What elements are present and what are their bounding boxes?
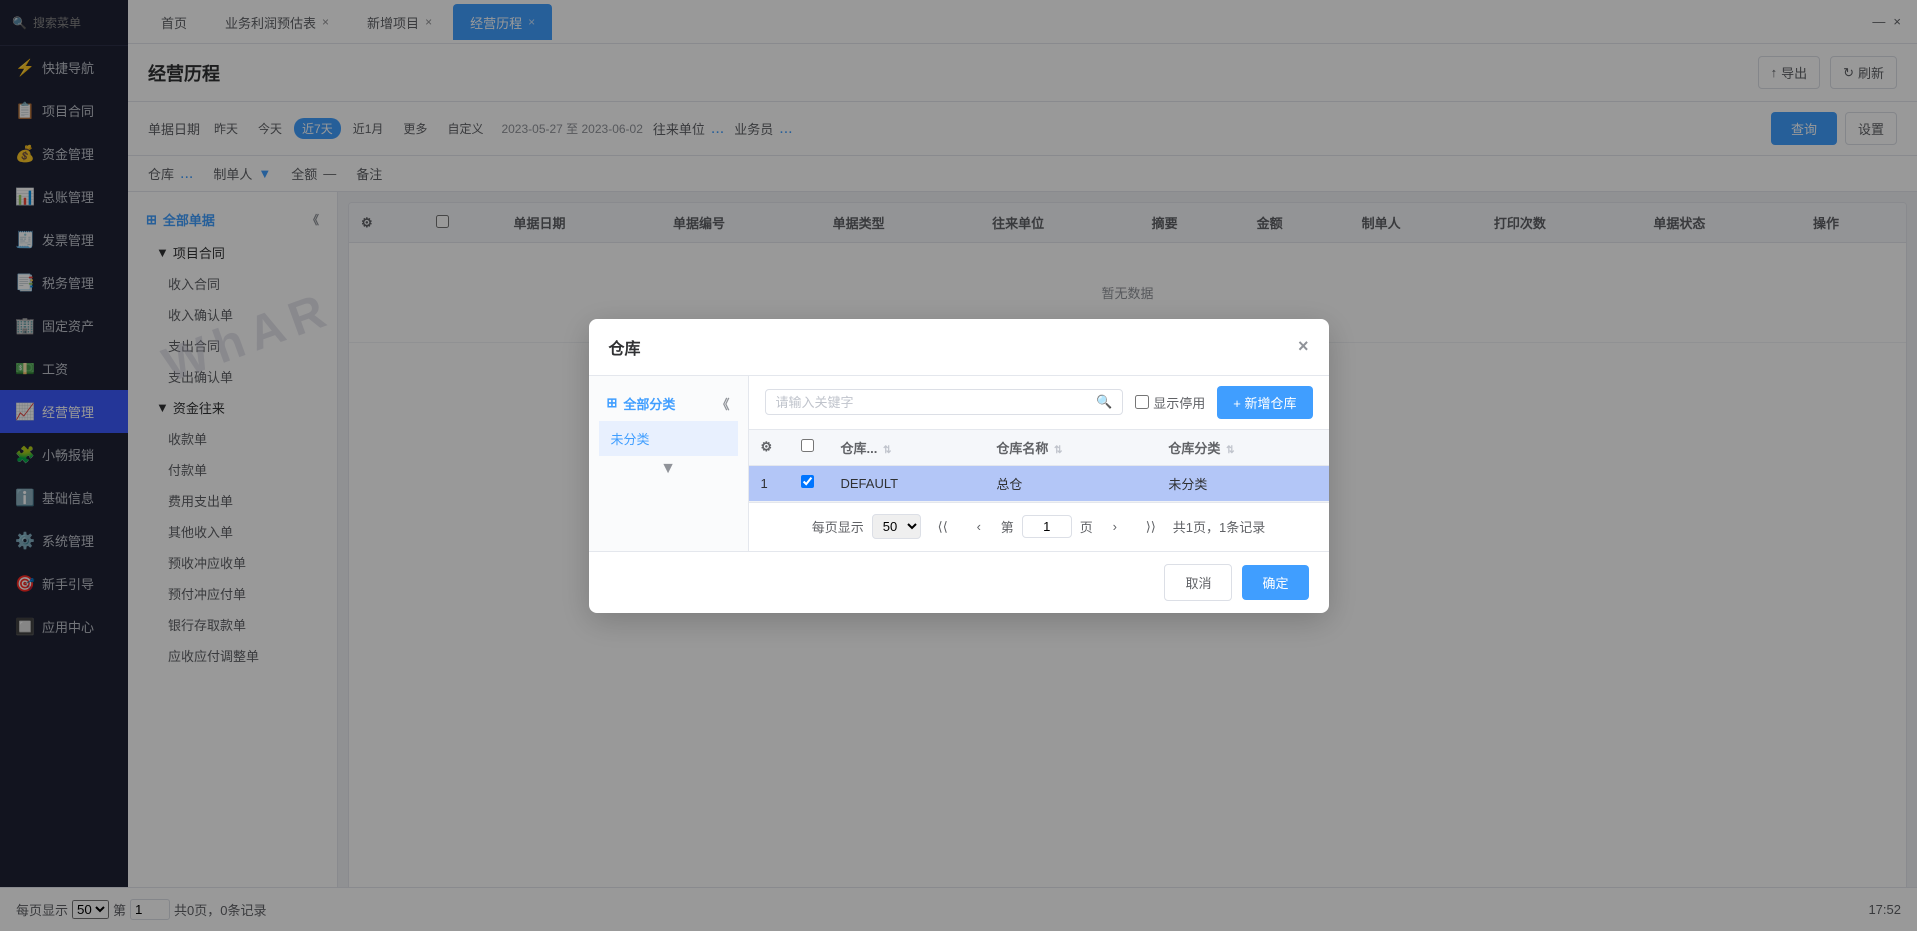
row-category: 未分类 [1156, 465, 1328, 501]
modal-toolbar: 🔍 显示停用 + 新增仓库 [749, 376, 1329, 430]
modal-body: ⊞ 全部分类 《 未分类 ▼ 🔍 显示停用 [589, 376, 1329, 551]
modal-overlay: 仓库 × ⊞ 全部分类 《 未分类 ▼ 🔍 [0, 0, 1917, 931]
show-disabled-checkbox[interactable] [1135, 395, 1149, 409]
row-name: 总仓 [984, 465, 1156, 501]
modal-col-settings[interactable]: ⚙ [749, 430, 789, 466]
row-checkbox[interactable] [789, 465, 829, 501]
table-row[interactable]: 1 DEFAULT 总仓 未分类 [749, 465, 1329, 501]
add-warehouse-button[interactable]: + 新增仓库 [1217, 386, 1312, 419]
show-disabled-label: 显示停用 [1153, 393, 1205, 412]
row-select-checkbox[interactable] [801, 475, 814, 488]
left-collapse-icon[interactable]: 《 [716, 394, 729, 413]
modal-footer: 取消 确定 [589, 551, 1329, 613]
modal-title: 仓库 [609, 335, 641, 359]
modal-left-panel: ⊞ 全部分类 《 未分类 ▼ [589, 376, 749, 551]
per-page-label: 每页显示 [812, 517, 864, 536]
all-categories-label: 全部分类 [623, 394, 675, 413]
page-suffix: 页 [1080, 517, 1093, 536]
modal-right-panel: 🔍 显示停用 + 新增仓库 ⚙ [749, 376, 1329, 551]
first-page-button[interactable]: ⟨⟨ [929, 513, 957, 541]
row-id: 1 [749, 465, 789, 501]
modal-col-code-label: 仓库... [841, 441, 878, 456]
last-page-button[interactable]: ⟩⟩ [1137, 513, 1165, 541]
modal-col-checkbox[interactable] [789, 430, 829, 466]
modal-col-category-label: 仓库分类 [1168, 441, 1220, 456]
modal-search-box: 🔍 [765, 389, 1124, 415]
prev-page-button[interactable]: ‹ [965, 513, 993, 541]
modal-search-icon[interactable]: 🔍 [1096, 394, 1112, 410]
modal-col-name-label: 仓库名称 [996, 441, 1048, 456]
sort-category-icon[interactable]: ⇅ [1226, 445, 1234, 456]
modal-col-code: 仓库... ⇅ [829, 430, 985, 466]
sort-code-icon[interactable]: ⇅ [883, 445, 891, 456]
modal-table-wrap: ⚙ 仓库... ⇅ 仓库名称 ⇅ [749, 430, 1329, 502]
show-disabled-toggle: 显示停用 [1135, 393, 1205, 412]
modal-warehouse-table: ⚙ 仓库... ⇅ 仓库名称 ⇅ [749, 430, 1329, 502]
modal-header: 仓库 × [589, 319, 1329, 376]
modal-left-scroll[interactable]: ▼ [599, 456, 738, 482]
modal-pagination: 每页显示 50 ⟨⟨ ‹ 第 页 › ⟩⟩ 共1页，1条记录 [749, 502, 1329, 551]
modal-select-all[interactable] [801, 439, 814, 452]
sort-name-icon[interactable]: ⇅ [1054, 445, 1062, 456]
row-code: DEFAULT [829, 465, 985, 501]
modal-col-category: 仓库分类 ⇅ [1156, 430, 1328, 466]
modal-close-button[interactable]: × [1298, 336, 1309, 357]
modal-confirm-button[interactable]: 确定 [1242, 565, 1308, 600]
modal-cancel-button[interactable]: 取消 [1164, 564, 1232, 601]
total-records: 共1页，1条记录 [1173, 517, 1265, 536]
modal-all-categories[interactable]: ⊞ 全部分类 《 [599, 386, 738, 421]
page-input[interactable] [1022, 515, 1072, 538]
warehouse-modal: 仓库 × ⊞ 全部分类 《 未分类 ▼ 🔍 [589, 319, 1329, 613]
modal-category-uncategorized[interactable]: 未分类 [599, 421, 738, 456]
per-page-select[interactable]: 50 [872, 514, 921, 539]
grid-icon: ⊞ [607, 395, 618, 411]
modal-col-name: 仓库名称 ⇅ [984, 430, 1156, 466]
page-label: 第 [1001, 517, 1014, 536]
modal-search-input[interactable] [776, 395, 1091, 410]
next-page-button[interactable]: › [1101, 513, 1129, 541]
